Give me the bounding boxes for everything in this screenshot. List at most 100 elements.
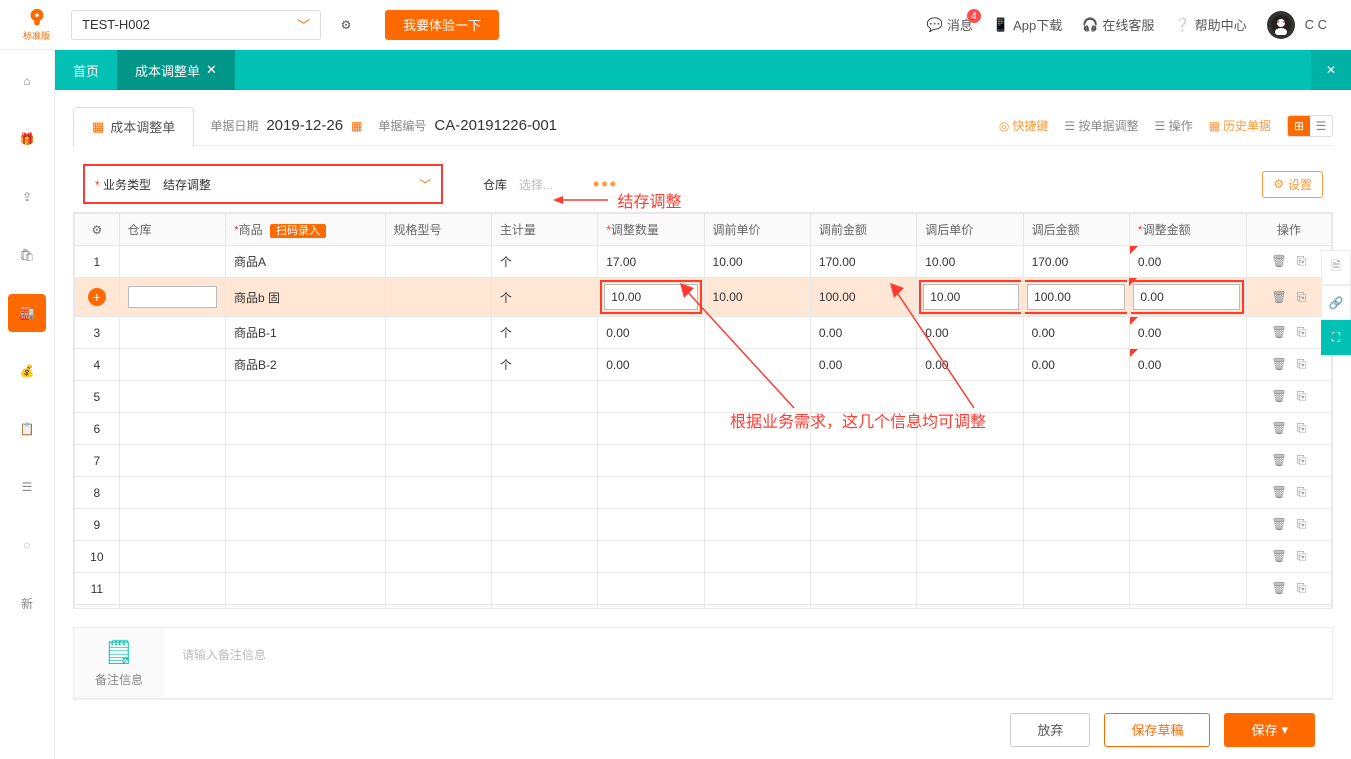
rail-clipboard[interactable]: 📋 (8, 410, 46, 448)
post-amt-cell[interactable] (1023, 477, 1129, 509)
post-amt-cell[interactable] (1023, 573, 1129, 605)
tab-cost-adjustment[interactable]: 成本调整单 ✕ (117, 50, 235, 90)
messages-button[interactable]: 💬 消息 4 (927, 15, 973, 34)
table-row[interactable]: 9 🗑⎘ (75, 509, 1332, 541)
abort-button[interactable]: 放弃 (1010, 713, 1090, 747)
qty-cell[interactable] (598, 477, 704, 509)
shortcut-button[interactable]: ◎ 快捷键 (999, 117, 1049, 134)
qty-cell[interactable]: 0.00 (598, 349, 704, 381)
product-cell[interactable]: 商品b 固 (226, 278, 386, 317)
delete-icon[interactable]: 🗑 (1272, 421, 1287, 436)
copy-icon[interactable]: ⎘ (1297, 290, 1307, 305)
product-cell[interactable] (226, 573, 386, 605)
post-amt-cell[interactable] (1023, 541, 1129, 573)
rail-upload[interactable]: ⇪ (8, 178, 46, 216)
post-amt-cell[interactable]: 0.00 (1023, 349, 1129, 381)
rail-new[interactable]: 新 (8, 584, 46, 622)
spec-cell[interactable] (385, 246, 491, 278)
post-price-cell[interactable]: 10.00 (917, 246, 1023, 278)
product-cell[interactable] (226, 477, 386, 509)
copy-icon[interactable]: ⎘ (1297, 485, 1307, 500)
close-all-tabs[interactable]: ✕ (1311, 50, 1351, 90)
delete-icon[interactable]: 🗑 (1272, 290, 1287, 305)
delete-icon[interactable]: 🗑 (1272, 254, 1287, 269)
tab-home[interactable]: 首页 (55, 50, 117, 90)
copy-icon[interactable]: ⎘ (1297, 357, 1307, 372)
copy-icon[interactable]: ⎘ (1297, 581, 1307, 596)
wh-cell[interactable] (119, 573, 225, 605)
help-button[interactable]: ❔帮助中心 (1174, 15, 1246, 34)
copy-icon[interactable]: ⎘ (1297, 549, 1307, 564)
post-price-cell[interactable]: 0.00 (917, 349, 1023, 381)
spec-cell[interactable] (385, 445, 491, 477)
save-button[interactable]: 保存 ▾ (1224, 713, 1315, 747)
scan-entry-button[interactable]: 扫码录入 (270, 224, 326, 238)
add-row-icon[interactable]: + (88, 288, 106, 306)
spec-cell[interactable] (385, 573, 491, 605)
qty-cell[interactable] (598, 541, 704, 573)
spec-cell[interactable] (385, 413, 491, 445)
wh-cell[interactable] (119, 477, 225, 509)
date-value[interactable]: 2019-12-26 (266, 117, 343, 134)
post-price-cell[interactable] (917, 445, 1023, 477)
delete-icon[interactable]: 🗑 (1272, 389, 1287, 404)
float-expand[interactable]: ⛶ (1321, 320, 1351, 355)
rail-home[interactable]: ⌂ (8, 62, 46, 100)
post-amt-cell[interactable]: 170.00 (1023, 246, 1129, 278)
copy-icon[interactable]: ⎘ (1297, 254, 1307, 269)
copy-icon[interactable]: ⎘ (1297, 517, 1307, 532)
rail-bag[interactable]: 🛍 (8, 236, 46, 274)
spec-cell[interactable] (385, 381, 491, 413)
org-selector[interactable]: TEST-H002 ﹀ (71, 10, 321, 40)
spec-cell[interactable] (385, 541, 491, 573)
spec-cell[interactable] (385, 477, 491, 509)
post-price-cell[interactable] (917, 541, 1023, 573)
post-amt-cell[interactable] (1023, 413, 1129, 445)
adj-amt-cell[interactable] (1129, 509, 1246, 541)
save-draft-button[interactable]: 保存草稿 (1104, 713, 1210, 747)
post-price-cell[interactable] (917, 413, 1023, 445)
qty-cell[interactable]: 0.00 (598, 317, 704, 349)
wh-cell[interactable] (119, 413, 225, 445)
wh-cell[interactable] (119, 349, 225, 381)
post-amt-cell[interactable] (1023, 445, 1129, 477)
post-price-cell[interactable] (917, 381, 1023, 413)
org-settings-button[interactable]: ⚙ (331, 10, 361, 40)
product-cell[interactable] (226, 541, 386, 573)
product-cell[interactable] (226, 381, 386, 413)
spec-cell[interactable] (385, 278, 491, 317)
remarks-input[interactable]: 请输入备注信息 (164, 628, 1332, 698)
view-toggle[interactable]: ⊞ ☰ (1287, 115, 1333, 137)
rail-gift[interactable]: 🎁 (8, 120, 46, 158)
adj-amt-cell[interactable]: 0.00 (1129, 317, 1246, 349)
table-row[interactable]: 3 商品B-1 个 0.00 0.00 0.000.000.00 🗑⎘ (75, 317, 1332, 349)
product-cell[interactable]: 商品B-2 (226, 349, 386, 381)
table-row[interactable]: + 商品b 固 个 10.00 10.00 100.00 10.00100.00… (75, 278, 1332, 317)
qty-cell[interactable] (598, 573, 704, 605)
qty-cell[interactable]: 17.00 (598, 246, 704, 278)
adj-amt-cell[interactable] (1129, 445, 1246, 477)
wh-cell[interactable] (119, 317, 225, 349)
delete-icon[interactable]: 🗑 (1272, 325, 1287, 340)
float-note[interactable]: 🗎 (1321, 250, 1351, 285)
adj-amt-cell[interactable]: 0.00 (1129, 349, 1246, 381)
float-link[interactable]: 🔗 (1321, 285, 1351, 320)
product-cell[interactable] (226, 445, 386, 477)
wh-cell[interactable] (119, 278, 225, 317)
adj-amt-input[interactable]: 0.00 (1133, 284, 1239, 310)
copy-icon[interactable]: ⎘ (1297, 325, 1307, 340)
warehouse-select[interactable]: 选择... (519, 176, 553, 193)
post-price-cell[interactable] (917, 477, 1023, 509)
post-price-input[interactable]: 10.00 (923, 284, 1019, 310)
column-settings-button[interactable]: ⚙设置 (1262, 171, 1323, 198)
history-button[interactable]: ▦ 历史单据 (1209, 117, 1271, 134)
table-row[interactable]: 5 🗑⎘ (75, 381, 1332, 413)
product-cell[interactable]: 商品A (226, 246, 386, 278)
post-price-cell[interactable] (917, 509, 1023, 541)
post-amt-cell[interactable]: 0.00 (1023, 317, 1129, 349)
adj-amt-cell[interactable]: 0.00 (1129, 246, 1246, 278)
table-row[interactable]: 11 🗑⎘ (75, 573, 1332, 605)
rail-money[interactable]: 💰 (8, 352, 46, 390)
calendar-icon[interactable]: ▦ (351, 119, 362, 133)
page-tab[interactable]: ▦ 成本调整单 (73, 107, 194, 147)
